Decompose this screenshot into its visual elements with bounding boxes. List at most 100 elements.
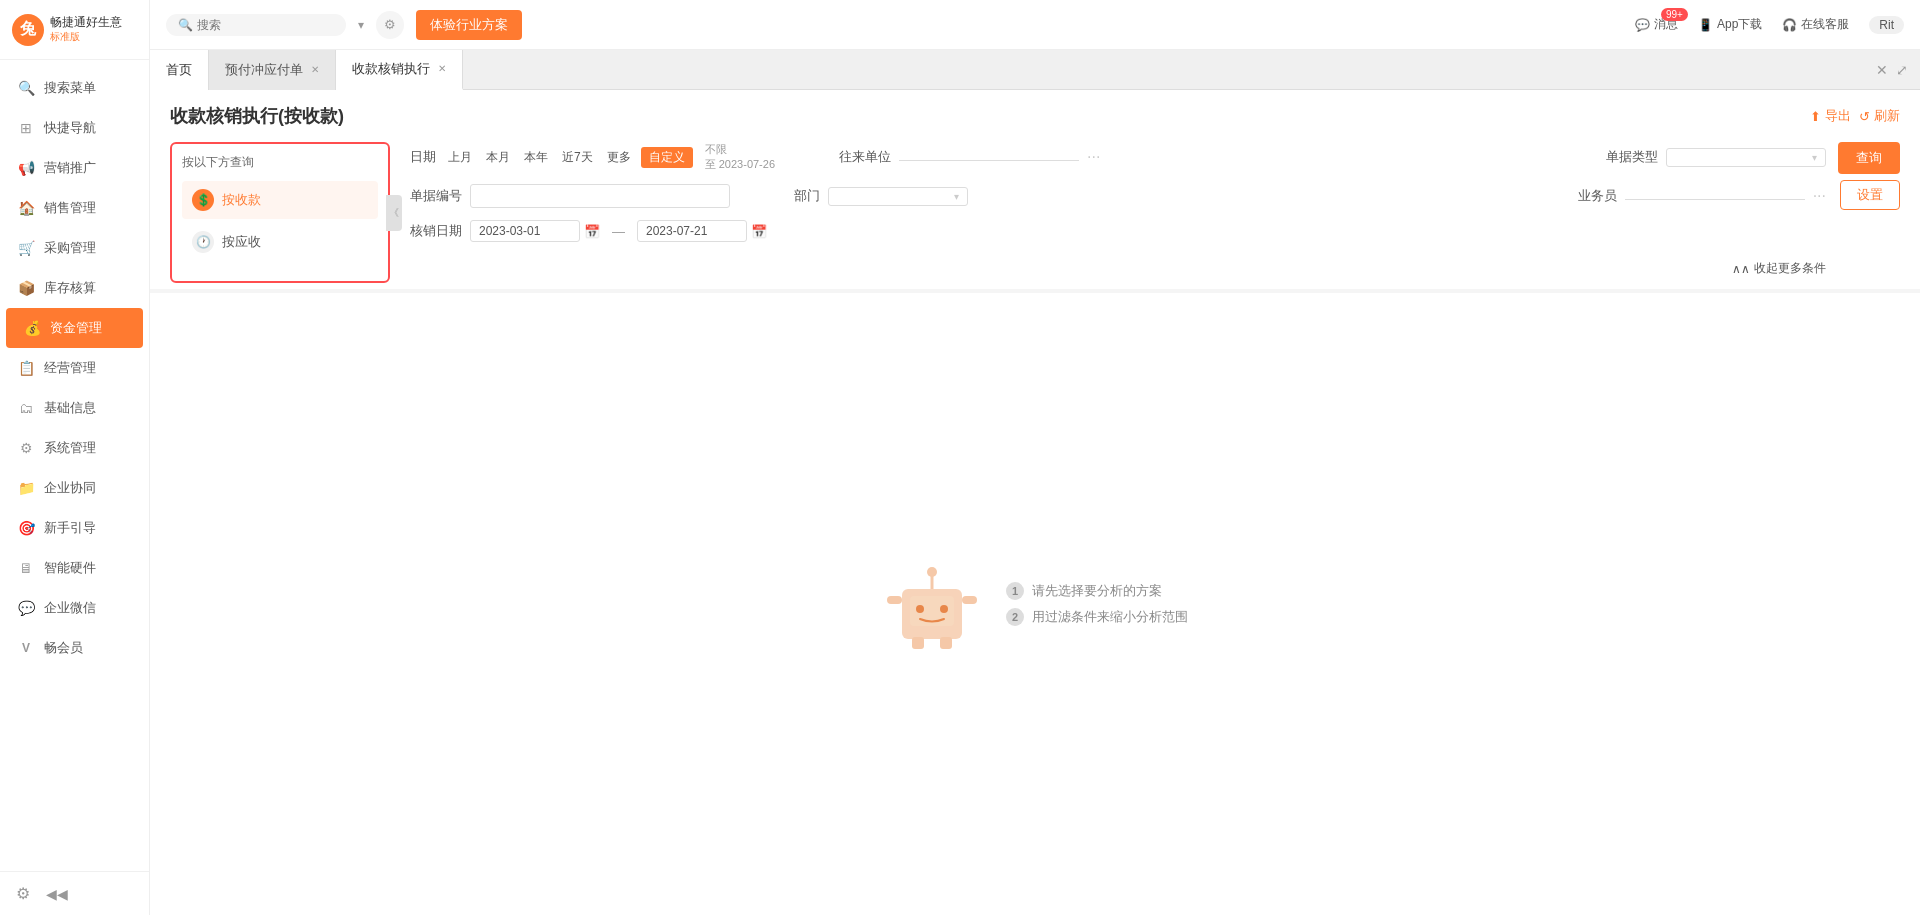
settings-bottom-icon[interactable]: ⚙ bbox=[16, 884, 30, 903]
sidebar-item-member[interactable]: V 畅会员 bbox=[0, 628, 149, 668]
filter-receivable-label: 按应收 bbox=[222, 233, 261, 251]
search-input[interactable] bbox=[197, 18, 334, 32]
maximize-tab-icon[interactable]: ⤢ bbox=[1896, 62, 1908, 78]
marketing-icon: 📢 bbox=[16, 158, 36, 178]
page-header: 收款核销执行(按收款) ⬆ 导出 ↺ 刷新 bbox=[150, 90, 1920, 128]
collapse-up-icon: ∧∧ bbox=[1732, 262, 1750, 276]
filter-fields-container: 日期 上月 本月 本年 近7天 更多 自定义 bbox=[390, 142, 1900, 283]
writeoff-start-calendar-icon[interactable]: 📅 bbox=[584, 224, 600, 239]
export-label: 导出 bbox=[1825, 107, 1851, 125]
sidebar-item-search[interactable]: 🔍 搜索菜单 bbox=[0, 68, 149, 108]
sidebar-label-guide: 新手引导 bbox=[44, 519, 96, 537]
tab-collection-close[interactable]: ✕ bbox=[438, 63, 446, 74]
tab-prepay-close[interactable]: ✕ bbox=[311, 64, 319, 75]
staff-label: 业务员 bbox=[1578, 187, 1617, 205]
collapse-more-button[interactable]: ∧∧ 收起更多条件 bbox=[410, 254, 1826, 283]
tab-collection[interactable]: 收款核销执行 ✕ bbox=[336, 50, 463, 90]
settings-button[interactable]: 设置 bbox=[1840, 180, 1900, 210]
industry-solution-button[interactable]: 体验行业方案 bbox=[416, 10, 522, 40]
query-button[interactable]: 查询 bbox=[1838, 142, 1900, 174]
message-button[interactable]: 💬 消息 99+ bbox=[1635, 16, 1678, 33]
date-this-year[interactable]: 本年 bbox=[520, 147, 552, 168]
brand-text: 畅捷通好生意 标准版 bbox=[50, 15, 122, 45]
filter-by-receivable[interactable]: 🕐 按应收 bbox=[182, 223, 378, 261]
sales-icon: 🏠 bbox=[16, 198, 36, 218]
sidebar-item-enterprise[interactable]: 📁 企业协同 bbox=[0, 468, 149, 508]
counterpart-dots-button[interactable]: ··· bbox=[1087, 148, 1100, 166]
sidebar-label-search: 搜索菜单 bbox=[44, 79, 96, 97]
writeoff-end-calendar-icon[interactable]: 📅 bbox=[751, 224, 767, 239]
docnum-input[interactable] bbox=[470, 184, 730, 208]
date-more[interactable]: 更多 bbox=[603, 147, 635, 168]
date-last-month[interactable]: 上月 bbox=[444, 147, 476, 168]
docnum-label: 单据编号 bbox=[410, 187, 462, 205]
sidebar-item-guide[interactable]: 🎯 新手引导 bbox=[0, 508, 149, 548]
sidebar-item-system[interactable]: ⚙ 系统管理 bbox=[0, 428, 149, 468]
empty-robot-illustration bbox=[882, 554, 982, 654]
sidebar-item-quick-nav[interactable]: ⊞ 快捷导航 bbox=[0, 108, 149, 148]
writeoff-date-group: 核销日期 📅 — 📅 bbox=[410, 220, 767, 242]
filter-row-writeoff: 核销日期 📅 — 📅 bbox=[410, 220, 1826, 242]
robot-svg bbox=[882, 554, 982, 654]
collapse-sidebar-icon[interactable]: ◀◀ bbox=[46, 886, 68, 902]
tab-prepay[interactable]: 预付冲应付单 ✕ bbox=[209, 50, 336, 90]
search-box[interactable]: 🔍 bbox=[166, 14, 346, 36]
sidebar-label-operations: 经营管理 bbox=[44, 359, 96, 377]
export-button[interactable]: ⬆ 导出 bbox=[1810, 107, 1851, 125]
svg-point-3 bbox=[940, 605, 948, 613]
service-icon: 🎧 bbox=[1782, 18, 1797, 32]
collapse-filter-button[interactable]: 《 bbox=[386, 195, 402, 231]
sidebar-label-basics: 基础信息 bbox=[44, 399, 96, 417]
sidebar-label-enterprise: 企业协同 bbox=[44, 479, 96, 497]
hardware-icon: 🖥 bbox=[16, 558, 36, 578]
doctype-select[interactable]: ▾ bbox=[1666, 148, 1826, 167]
writeoff-start-wrap: 📅 bbox=[470, 220, 600, 242]
sidebar-item-inventory[interactable]: 📦 库存核算 bbox=[0, 268, 149, 308]
filter-by-receipt[interactable]: 💲 按收款 bbox=[182, 181, 378, 219]
sidebar: 兔 畅捷通好生意 标准版 🔍 搜索菜单 ⊞ 快捷导航 📢 营销推广 🏠 销售管理… bbox=[0, 0, 150, 915]
app-download-button[interactable]: 📱 App下载 bbox=[1698, 16, 1762, 33]
settings-gear-button[interactable]: ⚙ bbox=[376, 11, 404, 39]
page-actions: ⬆ 导出 ↺ 刷新 bbox=[1810, 107, 1900, 125]
online-service-button[interactable]: 🎧 在线客服 bbox=[1782, 16, 1849, 33]
user-profile-button[interactable]: Rit bbox=[1869, 16, 1904, 34]
sidebar-item-operations[interactable]: 📋 经营管理 bbox=[0, 348, 149, 388]
service-label: 在线客服 bbox=[1801, 16, 1849, 33]
doctype-arrow: ▾ bbox=[1812, 152, 1817, 163]
topbar-right: 💬 消息 99+ 📱 App下载 🎧 在线客服 Rit bbox=[1635, 16, 1904, 34]
staff-field-group: 业务员 ··· bbox=[1578, 187, 1826, 205]
svg-rect-8 bbox=[887, 596, 902, 604]
sidebar-item-wechat[interactable]: 💬 企业微信 bbox=[0, 588, 149, 628]
writeoff-start-input[interactable] bbox=[470, 220, 580, 242]
sidebar-item-hardware[interactable]: 🖥 智能硬件 bbox=[0, 548, 149, 588]
svg-point-5 bbox=[927, 567, 937, 577]
empty-state-area: 1 请先选择要分析的方案 2 用过滤条件来缩小分析范围 bbox=[150, 293, 1920, 915]
sidebar-item-finance[interactable]: 💰 资金管理 bbox=[6, 308, 143, 348]
doctype-field-group: 单据类型 ▾ bbox=[1606, 148, 1826, 167]
system-icon: ⚙ bbox=[16, 438, 36, 458]
writeoff-end-input[interactable] bbox=[637, 220, 747, 242]
filter-type-panel: 按以下方查询 💲 按收款 🕐 按应收 《 bbox=[170, 142, 390, 283]
search-dropdown-arrow[interactable]: ▾ bbox=[358, 18, 364, 32]
date-this-month[interactable]: 本月 bbox=[482, 147, 514, 168]
sidebar-item-sales[interactable]: 🏠 销售管理 bbox=[0, 188, 149, 228]
refresh-button[interactable]: ↺ 刷新 bbox=[1859, 107, 1900, 125]
sidebar-item-marketing[interactable]: 📢 营销推广 bbox=[0, 148, 149, 188]
date-custom[interactable]: 自定义 bbox=[641, 147, 693, 168]
brand-name: 畅捷通好生意 bbox=[50, 15, 122, 31]
dept-field-group: 部门 ▾ bbox=[794, 187, 968, 206]
staff-dots-button[interactable]: ··· bbox=[1813, 187, 1826, 205]
sidebar-item-basics[interactable]: 🗂 基础信息 bbox=[0, 388, 149, 428]
sidebar-label-inventory: 库存核算 bbox=[44, 279, 96, 297]
date-to-label: 至 2023-07-26 bbox=[705, 157, 775, 172]
tabs-bar: 首页 预付冲应付单 ✕ 收款核销执行 ✕ ✕ ⤢ bbox=[150, 50, 1920, 90]
sidebar-label-member: 畅会员 bbox=[44, 639, 83, 657]
close-tab-icon[interactable]: ✕ bbox=[1876, 62, 1888, 78]
dept-select[interactable]: ▾ bbox=[828, 187, 968, 206]
writeoff-date-dash: — bbox=[612, 224, 625, 239]
date-options-group: 上月 本月 本年 近7天 更多 自定义 bbox=[444, 147, 693, 168]
basics-icon: 🗂 bbox=[16, 398, 36, 418]
tab-home[interactable]: 首页 bbox=[150, 50, 209, 90]
sidebar-item-purchase[interactable]: 🛒 采购管理 bbox=[0, 228, 149, 268]
date-7days[interactable]: 近7天 bbox=[558, 147, 597, 168]
